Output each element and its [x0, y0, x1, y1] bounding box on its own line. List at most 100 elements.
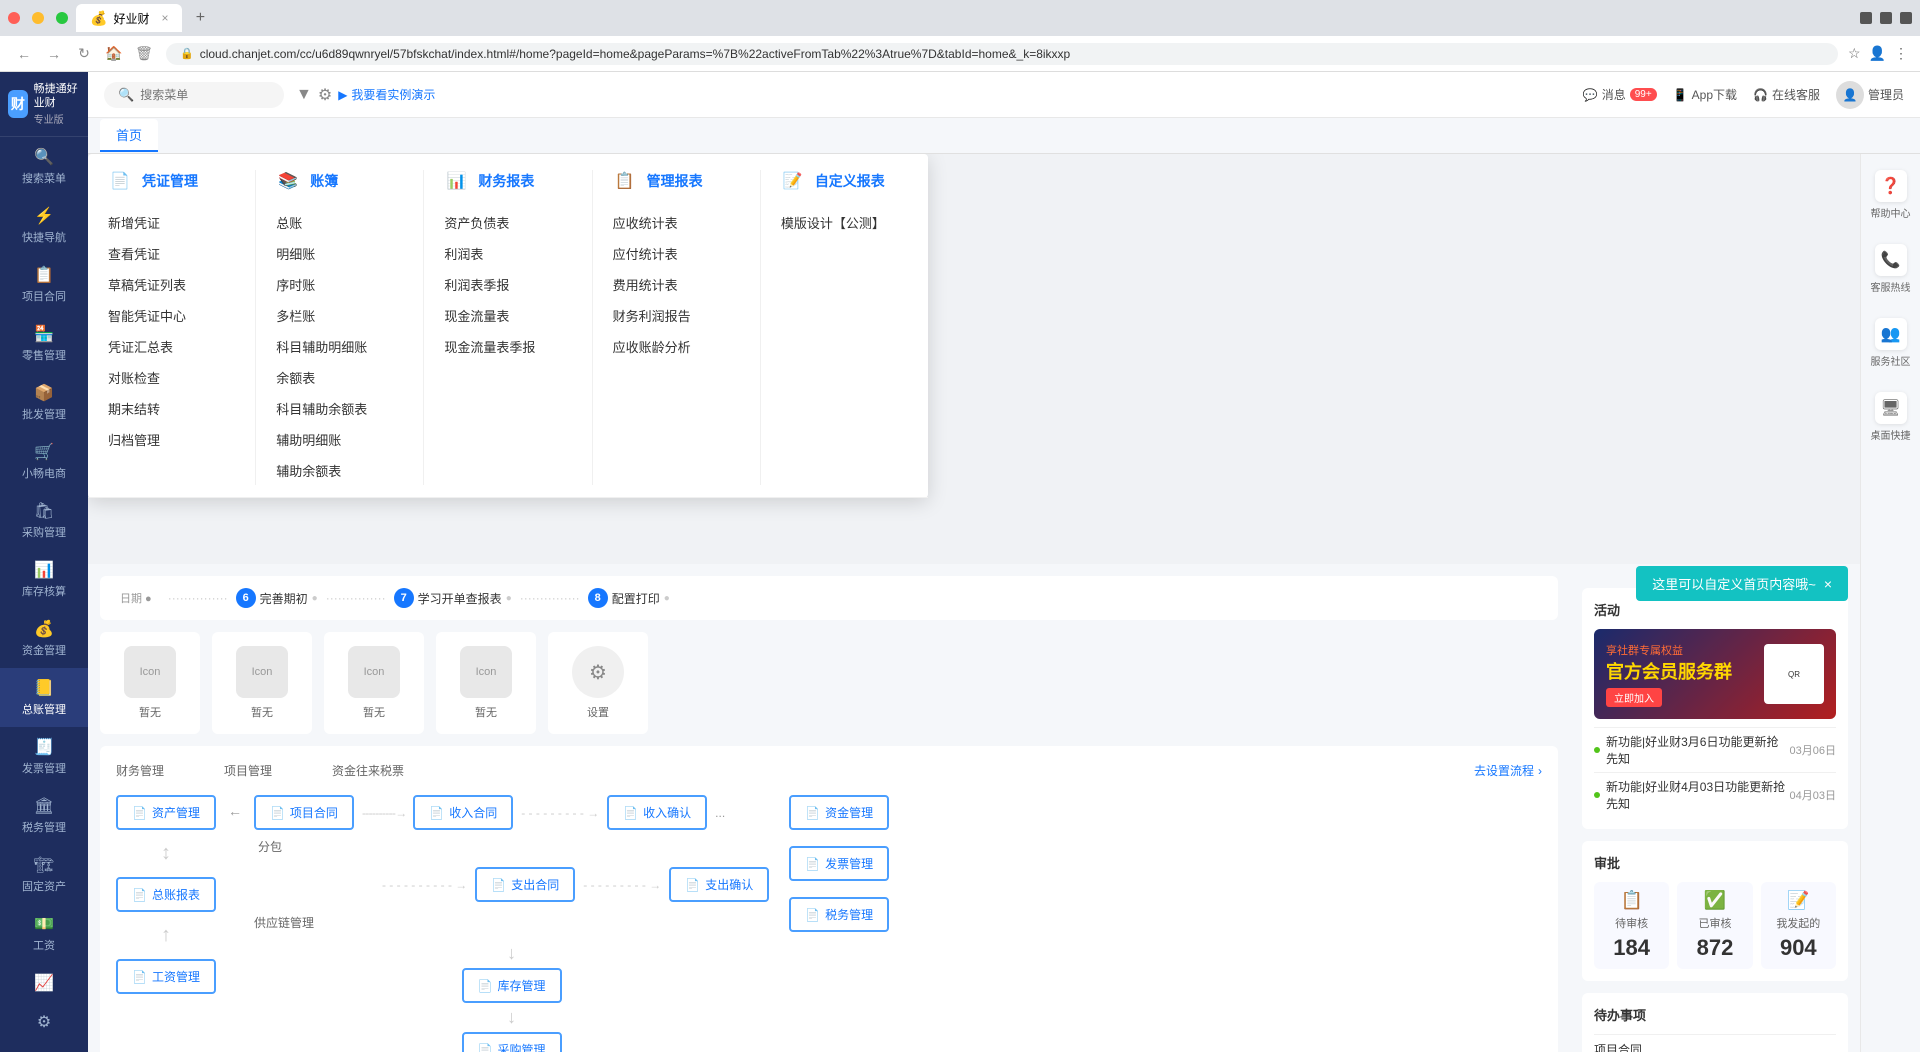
- sidebar-item-tax[interactable]: 🏛 税务管理: [0, 786, 88, 845]
- delete-btn[interactable]: 🗑: [132, 42, 156, 66]
- menu-item-cashflow[interactable]: 现金流量表: [440, 301, 575, 330]
- app-download-btn[interactable]: 📱 App下载: [1673, 86, 1737, 103]
- menu-item-voucher-summary[interactable]: 凭证汇总表: [104, 332, 239, 361]
- top-nav-actions: 💬 消息 99+ 📱 App下载 🎧 在线客服 👤 管理员: [1583, 81, 1904, 109]
- menu-item-archive[interactable]: 归档管理: [104, 425, 239, 454]
- new-tab-btn[interactable]: +: [186, 4, 214, 32]
- sidebar-item-search[interactable]: 🔍 搜索菜单: [0, 137, 88, 196]
- sidebar-item-operations[interactable]: 📈 经营管理: [0, 963, 88, 992]
- mgmt-report-icon: 📋: [609, 170, 641, 192]
- online-service-btn[interactable]: 🎧 在线客服: [1753, 86, 1820, 103]
- extension-icon[interactable]: ⋮: [1894, 45, 1908, 62]
- tab-home[interactable]: 首页: [100, 119, 158, 152]
- menu-item-template-design[interactable]: 模版设计【公测】: [777, 208, 912, 237]
- financial-report-items: 资产负债表 利润表 利润表季报 现金流量表 现金流量表季报: [440, 208, 575, 361]
- menu-item-aux-detail[interactable]: 辅助明细账: [272, 425, 407, 454]
- logo-area: 财 畅捷通好业财 专业版: [0, 72, 88, 137]
- sidebar-settings-btn[interactable]: ⚙: [27, 1002, 61, 1042]
- sidebar-item-quicknav[interactable]: ⚡ 快捷导航: [0, 196, 88, 255]
- url-text: cloud.chanjet.com/cc/u6d89qwnryel/57bfsk…: [200, 47, 1071, 61]
- sidebar-item-retail[interactable]: 🏪 零售管理: [0, 314, 88, 373]
- message-btn[interactable]: 💬 消息 99+: [1583, 86, 1657, 103]
- menu-item-new-voucher[interactable]: 新增凭证: [104, 208, 239, 237]
- menu-item-profit[interactable]: 利润表: [440, 239, 575, 268]
- home-btn[interactable]: 🏠: [102, 42, 126, 66]
- app-download-label: App下载: [1692, 86, 1737, 103]
- menu-item-expense[interactable]: 费用统计表: [609, 270, 744, 299]
- settings-gear[interactable]: ⚙: [318, 85, 332, 105]
- maximize-btn[interactable]: [56, 12, 68, 24]
- menu-item-account-check[interactable]: 对账检查: [104, 363, 239, 392]
- invoice-icon: 🧾: [34, 737, 54, 757]
- menu-item-balance-sheet[interactable]: 资产负债表: [440, 208, 575, 237]
- menu-item-profit-quarter[interactable]: 利润表季报: [440, 270, 575, 299]
- back-btn[interactable]: ←: [12, 42, 36, 66]
- browser-minimize-icon[interactable]: [1860, 12, 1872, 24]
- menu-item-draft-voucher[interactable]: 草稿凭证列表: [104, 270, 239, 299]
- menu-item-subject-detail[interactable]: 科目辅助明细账: [272, 332, 407, 361]
- tab-close[interactable]: ×: [161, 11, 168, 25]
- browser-restore-icon[interactable]: [1880, 12, 1892, 24]
- menu-item-profit-report[interactable]: 财务利润报告: [609, 301, 744, 330]
- menu-item-multi-col[interactable]: 多栏账: [272, 301, 407, 330]
- download-icon: 📱: [1673, 88, 1688, 102]
- voucher-menu-items: 新增凭证 查看凭证 草稿凭证列表 智能凭证中心 凭证汇总表 对账检查 期末结转 …: [104, 208, 239, 454]
- sidebar-item-salary[interactable]: 💵 工资: [0, 904, 88, 963]
- top-nav: 🔍 ▼ ⚙ ▶ 我要看实例演示 💬 消息 99+ 📱 Ap: [88, 72, 1920, 118]
- sidebar-item-wholesale[interactable]: 📦 批发管理: [0, 373, 88, 432]
- forward-btn[interactable]: →: [42, 42, 66, 66]
- menu-item-cashflow-quarter[interactable]: 现金流量表季报: [440, 332, 575, 361]
- sidebar-item-finance[interactable]: 💰 资金管理: [0, 609, 88, 668]
- message-icon: 💬: [1583, 88, 1598, 102]
- logo-name: 畅捷通好业财: [34, 82, 80, 111]
- menu-item-journal[interactable]: 序时账: [272, 270, 407, 299]
- search-icon-top: 🔍: [118, 87, 134, 103]
- sidebar-label-finance: 资金管理: [22, 642, 66, 658]
- browser-close-icon[interactable]: [1900, 12, 1912, 24]
- menu-item-receivable-aging[interactable]: 应收账龄分析: [609, 332, 744, 361]
- menu-section-custom-report: 📝 自定义报表 模版设计【公测】: [761, 162, 928, 493]
- logo-icon: 财: [8, 90, 28, 118]
- search-bar[interactable]: 🔍: [104, 82, 284, 108]
- menu-item-subject-balance[interactable]: 科目辅助余额表: [272, 394, 407, 423]
- menu-item-receivable[interactable]: 应收统计表: [609, 208, 744, 237]
- dropdown-chevron[interactable]: ▼: [296, 86, 312, 104]
- sidebar-label-search: 搜索菜单: [22, 170, 66, 186]
- user-menu-btn[interactable]: 👤 管理员: [1836, 81, 1904, 109]
- menu-item-view-voucher[interactable]: 查看凭证: [104, 239, 239, 268]
- menu-item-period-end[interactable]: 期末结转: [104, 394, 239, 423]
- menu-item-general-ledger[interactable]: 总账: [272, 208, 407, 237]
- menu-item-balance[interactable]: 余额表: [272, 363, 407, 392]
- wholesale-icon: 📦: [34, 383, 54, 403]
- sidebar-label-accounting: 总账管理: [22, 701, 66, 717]
- logo-text: 畅捷通好业财 专业版: [34, 82, 80, 126]
- sidebar-label-quicknav: 快捷导航: [22, 229, 66, 245]
- menu-item-aux-balance[interactable]: 辅助余额表: [272, 456, 407, 485]
- search-input[interactable]: [140, 88, 260, 102]
- fixedasset-icon: 🏗: [34, 855, 54, 875]
- sidebar-item-ecommerce[interactable]: 🛒 小畅电商: [0, 432, 88, 491]
- sidebar-item-purchase[interactable]: 🛍 采购管理: [0, 491, 88, 550]
- sidebar-label-inventory: 库存核算: [22, 583, 66, 599]
- app-container: 财 畅捷通好业财 专业版 🔍 搜索菜单 ⚡ 快捷导航 📋 项目合同 🏪 零售管理: [0, 72, 1920, 1052]
- profile-icon[interactable]: 👤: [1869, 45, 1886, 62]
- customize-tip-close[interactable]: ×: [1824, 576, 1832, 592]
- sidebar-item-fixedasset[interactable]: 🏗 固定资产: [0, 845, 88, 904]
- menu-item-payable[interactable]: 应付统计表: [609, 239, 744, 268]
- financial-report-title: 📊 财务报表: [440, 170, 575, 198]
- sidebar-item-invoice[interactable]: 🧾 发票管理: [0, 727, 88, 786]
- reload-btn[interactable]: ↻: [72, 42, 96, 66]
- watch-demo-btn[interactable]: ▶ 我要看实例演示: [338, 86, 435, 103]
- url-bar[interactable]: 🔒 cloud.chanjet.com/cc/u6d89qwnryel/57bf…: [166, 43, 1838, 65]
- sidebar-item-accounting[interactable]: 📒 总账管理: [0, 668, 88, 727]
- active-tab[interactable]: 💰 好业财 ×: [76, 4, 182, 32]
- minimize-btn[interactable]: [32, 12, 44, 24]
- sidebar-item-inventory[interactable]: 📊 库存核算: [0, 550, 88, 609]
- play-icon: ▶: [338, 88, 347, 102]
- menu-item-detail-ledger[interactable]: 明细账: [272, 239, 407, 268]
- settings-area: ▼ ⚙ ▶ 我要看实例演示: [296, 85, 435, 105]
- sidebar-item-project[interactable]: 📋 项目合同: [0, 255, 88, 314]
- menu-item-smart-voucher[interactable]: 智能凭证中心: [104, 301, 239, 330]
- bookmark-icon[interactable]: ☆: [1848, 45, 1861, 62]
- close-btn[interactable]: [8, 12, 20, 24]
